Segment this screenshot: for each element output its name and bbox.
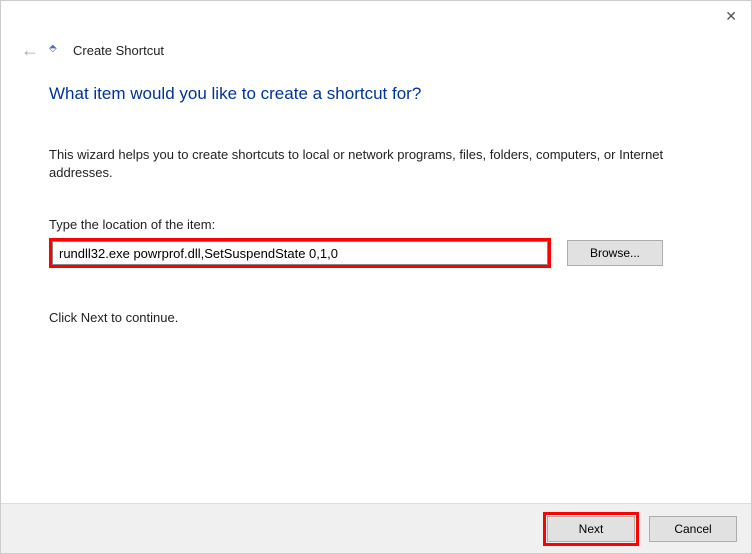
wizard-footer: Next Cancel [1, 503, 751, 553]
wizard-title: Create Shortcut [73, 43, 164, 58]
location-input[interactable] [52, 241, 548, 265]
next-button[interactable]: Next [547, 516, 635, 542]
wizard-heading: What item would you like to create a sho… [49, 84, 703, 104]
wizard-description: This wizard helps you to create shortcut… [49, 146, 703, 182]
cancel-button[interactable]: Cancel [649, 516, 737, 542]
location-row: Browse... [49, 238, 703, 268]
browse-button[interactable]: Browse... [567, 240, 663, 266]
location-label: Type the location of the item: [49, 217, 703, 232]
back-arrow-icon[interactable]: ← [21, 41, 39, 59]
wizard-content: What item would you like to create a sho… [1, 84, 751, 325]
titlebar: ✕ [1, 1, 751, 31]
next-highlight: Next [543, 512, 639, 546]
close-icon[interactable]: ✕ [725, 8, 737, 25]
shortcut-icon: ⬘ [49, 43, 63, 57]
wizard-header: ← ⬘ Create Shortcut [1, 31, 751, 84]
continue-text: Click Next to continue. [49, 310, 703, 325]
location-highlight [49, 238, 551, 268]
